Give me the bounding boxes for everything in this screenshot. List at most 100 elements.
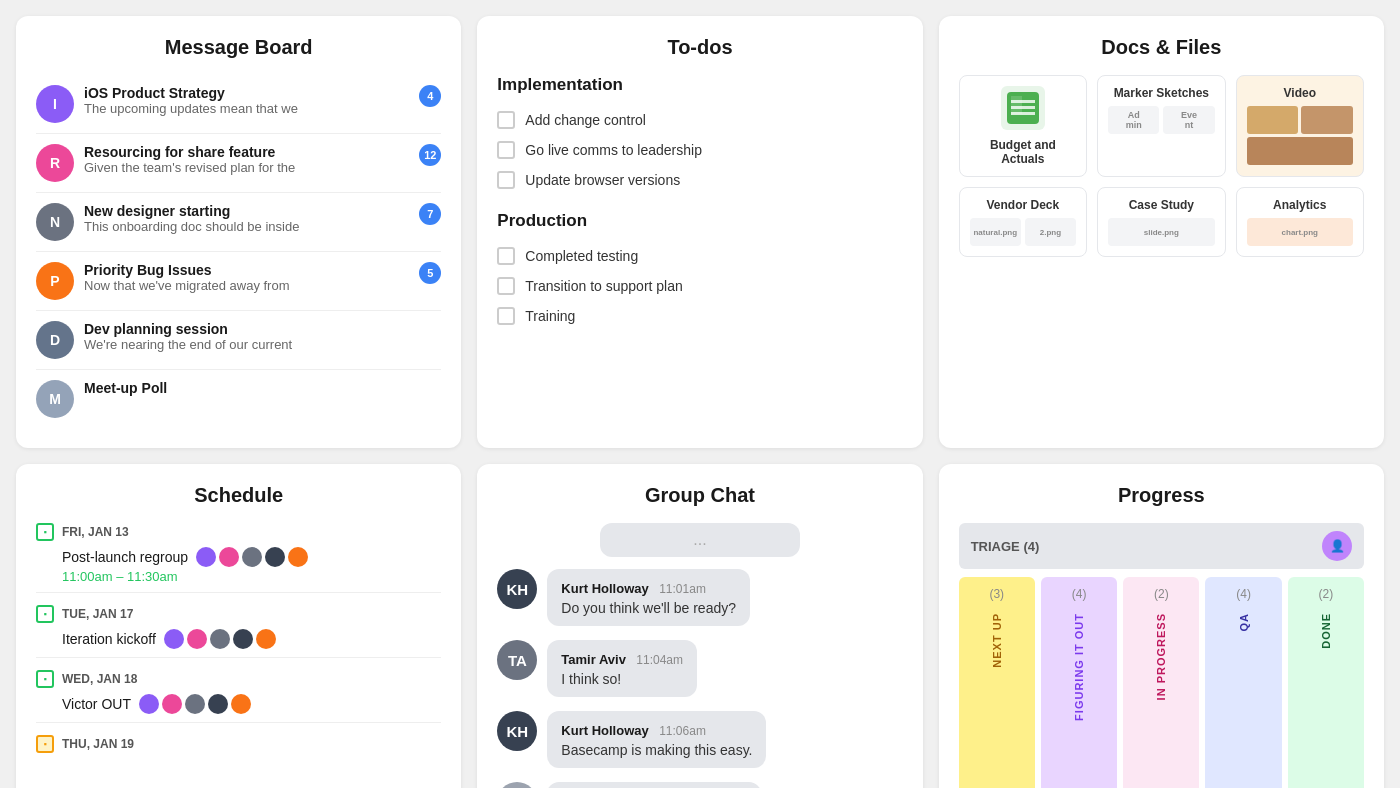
chat-sender: Tamir Aviv [561,652,626,667]
docs-files-title: Docs & Files [959,36,1364,59]
event-name-text: Post-launch regroup [62,549,188,565]
schedule-card: Schedule ▪ FRI, JAN 13 Post-launch regro… [16,464,461,788]
spreadsheet-icon [1001,86,1045,130]
docs-grid: Budget andActuals Marker Sketches Admin … [959,75,1364,257]
doc-thumbnails: Admin Event [1108,106,1214,134]
todo-section: Implementation Add change control Go liv… [497,75,902,195]
schedule-date-group: ▪ TUE, JAN 17 Iteration kickoff [36,605,441,649]
doc-card[interactable]: Video [1236,75,1364,177]
message-board-item[interactable]: D Dev planning session We're nearing the… [36,311,441,370]
schedule-date-group: ▪ WED, JAN 18 Victor OUT [36,670,441,714]
todo-item[interactable]: Transition to support plan [497,271,902,301]
thumb: Admin [1108,106,1159,134]
column-label: NEXT UP [991,613,1003,668]
msg-preview: Now that we've migrated away from [84,278,409,293]
schedule-title: Schedule [36,484,441,507]
todo-checkbox[interactable] [497,277,515,295]
badge: 7 [419,203,441,225]
todo-checkbox[interactable] [497,111,515,129]
mini-avatar [231,694,251,714]
todo-section: Production Completed testing Transition … [497,211,902,331]
todo-label: Training [525,308,575,324]
message-board-item[interactable]: R Resourcing for share feature Given the… [36,134,441,193]
schedule-event[interactable]: Victor OUT [36,694,441,714]
doc-card[interactable]: Budget andActuals [959,75,1087,177]
message-board-item[interactable]: P Priority Bug Issues Now that we've mig… [36,252,441,311]
chat-time: 11:04am [636,653,683,667]
doc-name: Video [1247,86,1353,100]
doc-card[interactable]: Analytics chart.png [1236,187,1364,257]
thumb: slide.png [1108,218,1214,246]
todos-card: To-dos Implementation Add change control… [477,16,922,448]
todo-item[interactable]: Go live comms to leadership [497,135,902,165]
message-board-item[interactable]: N New designer starting This onboarding … [36,193,441,252]
msg-content: Dev planning session We're nearing the e… [84,321,441,352]
calendar-icon: ▪ [36,605,54,623]
progress-column: (2) IN PROGRESS [1123,577,1199,788]
chat-bubble: Tamir Aviv 11:04am I think so! [547,640,697,697]
avatar: D [36,321,74,359]
mini-avatar [196,547,216,567]
avatars-row [139,694,252,714]
doc-name: Case Study [1108,198,1214,212]
doc-card[interactable]: Marker Sketches Admin Event [1097,75,1225,177]
video-thumb [1301,106,1353,134]
chat-avatar: KH [497,711,537,751]
event-name: Victor OUT [62,694,441,714]
event-name: Iteration kickoff [62,629,441,649]
mini-avatar [256,629,276,649]
chat-bubble: Kurt Holloway 11:06am Basecamp is making… [547,711,766,768]
mini-avatar [288,547,308,567]
message-board-item[interactable]: I iOS Product Strategy The upcoming upda… [36,75,441,134]
message-board-title: Message Board [36,36,441,59]
column-count: (3) [989,587,1004,601]
chat-sender: Kurt Holloway [561,723,648,738]
chat-message: TA Tamir Aviv 11:04am I think so! [497,640,902,697]
chat-message: KH Kurt Holloway 11:01am Do you think we… [497,569,902,626]
chat-messages: KH Kurt Holloway 11:01am Do you think we… [497,569,902,788]
todos-title: To-dos [497,36,902,59]
chat-bubble: Kurt Holloway 11:01am Do you think we'll… [547,569,750,626]
todo-item[interactable]: Add change control [497,105,902,135]
typing-indicator: ... [600,523,800,557]
todos-list: Implementation Add change control Go liv… [497,75,902,331]
todo-checkbox[interactable] [497,141,515,159]
chat-avatar: KH [497,569,537,609]
progress-title: Progress [959,484,1364,507]
event-name-text: Victor OUT [62,696,131,712]
column-count: (4) [1236,587,1251,601]
message-board-item[interactable]: M Meet-up Poll [36,370,441,428]
schedule-event[interactable]: Iteration kickoff [36,629,441,649]
schedule-event[interactable]: Post-launch regroup 11:00am – 11:30am [36,547,441,584]
todo-label: Completed testing [525,248,638,264]
message-board-list: I iOS Product Strategy The upcoming upda… [36,75,441,428]
mini-avatar [187,629,207,649]
doc-thumbnails: chart.png [1247,218,1353,246]
chat-time: 11:06am [659,724,706,738]
todo-checkbox[interactable] [497,171,515,189]
avatars-row [196,547,309,567]
doc-card[interactable]: Vendor Deck natural.png 2.png [959,187,1087,257]
todo-checkbox[interactable] [497,307,515,325]
todo-label: Go live comms to leadership [525,142,702,158]
date-label: FRI, JAN 13 [62,525,129,539]
doc-card[interactable]: Case Study slide.png [1097,187,1225,257]
triage-row: TRIAGE (4) 👤 [959,523,1364,569]
date-label: WED, JAN 18 [62,672,137,686]
doc-name: Vendor Deck [970,198,1076,212]
column-label: FIGURING IT OUT [1073,613,1085,721]
todo-checkbox[interactable] [497,247,515,265]
mini-avatar [139,694,159,714]
video-thumb [1247,106,1299,134]
todo-item[interactable]: Training [497,301,902,331]
thumb: 2.png [1025,218,1076,246]
todo-item[interactable]: Completed testing [497,241,902,271]
msg-title: Resourcing for share feature [84,144,409,160]
todo-item[interactable]: Update browser versions [497,165,902,195]
schedule-date: ▪ WED, JAN 18 [36,670,441,688]
msg-content: New designer starting This onboarding do… [84,203,409,234]
mini-avatar [265,547,285,567]
schedule-list: ▪ FRI, JAN 13 Post-launch regroup 11:00a… [36,523,441,753]
chat-sender: Kurt Holloway [561,581,648,596]
badge: 12 [419,144,441,166]
